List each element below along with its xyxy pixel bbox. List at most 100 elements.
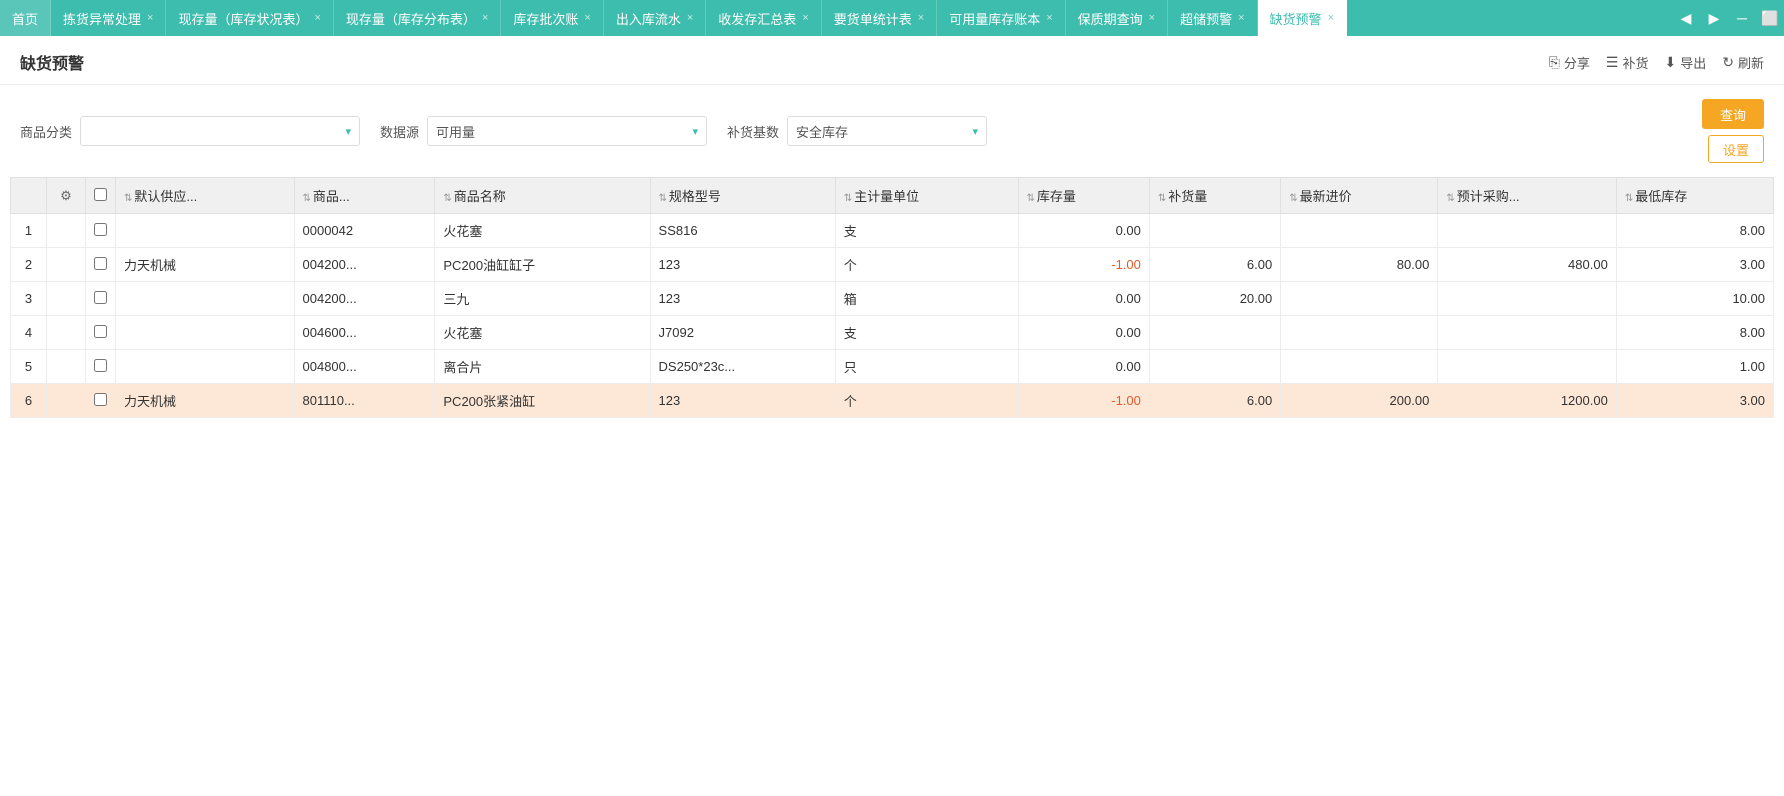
row-checkbox[interactable]	[94, 291, 107, 304]
min-stock-cell: 3.00	[1616, 248, 1773, 282]
replenish-basis-filter-group: 补货基数 安全库存 ▾	[727, 116, 987, 146]
row-settings-cell	[47, 248, 86, 282]
tab-order-stats[interactable]: 要货单统计表×	[822, 0, 937, 36]
col-header-item-code: ⇅商品...	[294, 178, 435, 214]
min-stock-cell: 1.00	[1616, 350, 1773, 384]
col-header-replenish-qty: ⇅补货量	[1149, 178, 1280, 214]
tab-bar: 首页拣货异常处理×现存量（库存状况表）×现存量（库存分布表）×库存批次账×出入库…	[0, 0, 1784, 36]
tab-close-overstock[interactable]: ×	[1238, 12, 1244, 24]
tab-label-home: 首页	[12, 9, 38, 28]
tab-collect-summary[interactable]: 收发存汇总表×	[706, 0, 821, 36]
tab-inout-flow[interactable]: 出入库流水×	[604, 0, 706, 36]
tab-close-inventory-status[interactable]: ×	[314, 12, 320, 24]
item-name-cell: PC200张紧油缸	[435, 384, 650, 418]
col-header-settings[interactable]: ⚙	[47, 178, 86, 214]
latest-price-cell	[1281, 214, 1438, 248]
datasource-select[interactable]: 可用量 ▾	[427, 116, 707, 146]
window-maximize[interactable]: ⬜	[1756, 0, 1784, 36]
table-row: 4004600...火花塞J7092支0.008.00	[11, 316, 1774, 350]
tab-nav-right[interactable]: ▶	[1700, 0, 1728, 36]
select-all-checkbox[interactable]	[94, 188, 107, 201]
unit-cell: 个	[835, 384, 1018, 418]
row-checkbox-cell[interactable]	[86, 384, 116, 418]
tab-batch-account[interactable]: 库存批次账×	[501, 0, 603, 36]
replenish-qty-cell	[1149, 214, 1280, 248]
estimated-purchase-cell	[1438, 316, 1617, 350]
col-header-spec: ⇅规格型号	[650, 178, 835, 214]
query-button[interactable]: 查询	[1702, 99, 1764, 129]
row-number: 5	[11, 350, 47, 384]
settings-button[interactable]: 设置	[1708, 135, 1764, 163]
tab-shortage[interactable]: 缺货预警 ×	[1258, 0, 1347, 36]
row-checkbox[interactable]	[94, 223, 107, 236]
row-settings-cell	[47, 384, 86, 418]
latest-price-cell: 200.00	[1281, 384, 1438, 418]
category-select[interactable]: ▾	[80, 116, 360, 146]
refresh-button[interactable]: ↻ 刷新	[1722, 53, 1764, 72]
export-button[interactable]: ⬇ 导出	[1665, 53, 1707, 72]
replenish-basis-select[interactable]: 安全库存 ▾	[787, 116, 987, 146]
col-header-unit: ⇅主计量单位	[835, 178, 1018, 214]
row-checkbox-cell[interactable]	[86, 214, 116, 248]
row-checkbox-cell[interactable]	[86, 282, 116, 316]
window-minimize[interactable]: ─	[1728, 0, 1756, 36]
tab-inventory-dist[interactable]: 现存量（库存分布表） ×	[334, 0, 501, 36]
page-title: 缺货预警	[20, 50, 84, 74]
spec-cell: SS816	[650, 214, 835, 248]
tab-label-inventory-dist: 现存量（库存分布表）	[346, 9, 476, 28]
main-content: 缺货预警 ⎘ 分享 ☰ 补货 ⬇ 导出 ↻ 刷新 商品分类	[0, 36, 1784, 796]
row-number: 6	[11, 384, 47, 418]
table-row: 2力天机械004200...PC200油缸缸子123个-1.006.0080.0…	[11, 248, 1774, 282]
spec-cell: J7092	[650, 316, 835, 350]
row-checkbox-cell[interactable]	[86, 350, 116, 384]
tab-exception[interactable]: 拣货异常处理 ×	[51, 0, 166, 36]
row-checkbox[interactable]	[94, 359, 107, 372]
latest-price-cell: 80.00	[1281, 248, 1438, 282]
tab-close-expiry-query[interactable]: ×	[1149, 12, 1155, 24]
stock-cell: -1.00	[1018, 384, 1149, 418]
supplier-cell	[116, 214, 295, 248]
min-stock-cell: 3.00	[1616, 384, 1773, 418]
tab-expiry-query[interactable]: 保质期查询×	[1066, 0, 1168, 36]
tab-close-inventory-dist[interactable]: ×	[482, 12, 488, 24]
min-stock-cell: 8.00	[1616, 214, 1773, 248]
category-filter-group: 商品分类 ▾	[20, 116, 360, 146]
replenish-button[interactable]: ☰ 补货	[1606, 53, 1649, 72]
tab-close-order-stats[interactable]: ×	[918, 12, 924, 24]
share-button[interactable]: ⎘ 分享	[1549, 53, 1590, 72]
tab-home[interactable]: 首页	[0, 0, 51, 36]
spec-cell: 123	[650, 384, 835, 418]
row-checkbox-cell[interactable]	[86, 248, 116, 282]
tab-label-exception: 拣货异常处理	[63, 9, 141, 28]
row-checkbox[interactable]	[94, 393, 107, 406]
row-checkbox[interactable]	[94, 325, 107, 338]
row-checkbox-cell[interactable]	[86, 316, 116, 350]
tab-label-shortage: 缺货预警	[1270, 9, 1322, 28]
tab-close-inout-flow[interactable]: ×	[687, 12, 693, 24]
item-code-cell: 004200...	[294, 248, 435, 282]
column-settings-icon[interactable]: ⚙	[55, 185, 77, 207]
row-settings-cell	[47, 350, 86, 384]
tab-nav-left[interactable]: ◀	[1672, 0, 1700, 36]
datasource-filter-group: 数据源 可用量 ▾	[380, 116, 707, 146]
unit-cell: 箱	[835, 282, 1018, 316]
col-header-checkbox[interactable]	[86, 178, 116, 214]
tab-close-exception[interactable]: ×	[147, 12, 153, 24]
stock-cell: -1.00	[1018, 248, 1149, 282]
stock-cell: 0.00	[1018, 282, 1149, 316]
tab-overstock[interactable]: 超储预警×	[1168, 0, 1257, 36]
tab-inventory-status[interactable]: 现存量（库存状况表）×	[166, 0, 333, 36]
filter-bar: 商品分类 ▾ 数据源 可用量 ▾ 补货基数 安全库存 ▾ 查询 设置	[0, 85, 1784, 177]
estimated-purchase-cell	[1438, 214, 1617, 248]
table-row: 10000042火花塞SS816支0.008.00	[11, 214, 1774, 248]
tab-close-available-ledger[interactable]: ×	[1046, 12, 1052, 24]
row-checkbox[interactable]	[94, 257, 107, 270]
item-name-cell: 火花塞	[435, 214, 650, 248]
tab-available-ledger[interactable]: 可用量库存账本×	[937, 0, 1065, 36]
spec-cell: DS250*23c...	[650, 350, 835, 384]
estimated-purchase-cell: 1200.00	[1438, 384, 1617, 418]
col-header-latest-price: ⇅最新进价	[1281, 178, 1438, 214]
tab-close-collect-summary[interactable]: ×	[802, 12, 808, 24]
tab-close-batch-account[interactable]: ×	[584, 12, 590, 24]
tab-close-shortage[interactable]: ×	[1328, 12, 1334, 24]
